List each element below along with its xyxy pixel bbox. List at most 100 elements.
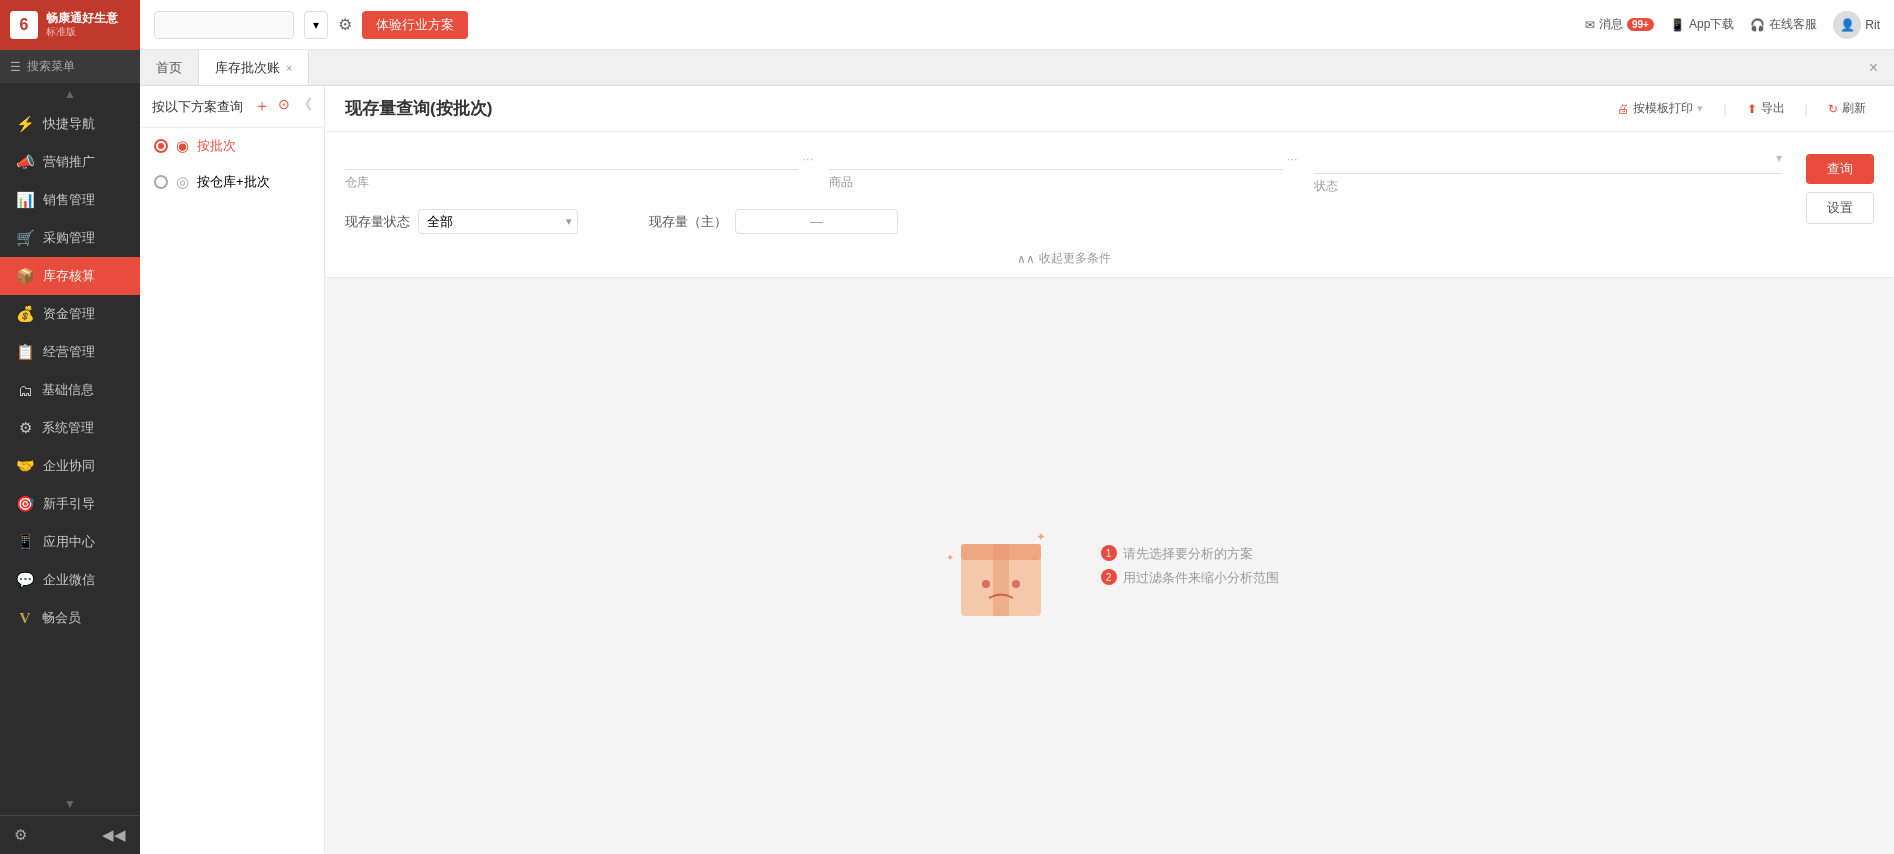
stock-qty-max-input[interactable] <box>829 214 889 229</box>
refresh-btn-label: 刷新 <box>1842 100 1866 117</box>
purchase-icon: 🛒 <box>16 229 35 247</box>
filter-collapse-icon[interactable]: 《 <box>298 96 312 117</box>
messages-icon: ✉ <box>1585 18 1595 32</box>
warehouse-more-icon[interactable]: ··· <box>802 151 813 166</box>
filter-warehouse-batch-label: 按仓库+批次 <box>197 173 270 191</box>
marketing-icon: 📣 <box>16 153 35 171</box>
enterprise-label: 企业协同 <box>43 457 95 475</box>
sidebar-nav: ⚡ 快捷导航 📣 营销推广 📊 销售管理 🛒 采购管理 📦 库存核算 💰 资金管… <box>0 105 140 793</box>
messages-item[interactable]: ✉ 消息 99+ <box>1585 16 1654 33</box>
sidebar-item-operations[interactable]: 📋 经营管理 <box>0 333 140 371</box>
product-input[interactable] <box>829 146 1282 170</box>
add-filter-icon[interactable]: ＋ <box>254 96 270 117</box>
messages-label: 消息 <box>1599 16 1623 33</box>
sidebar-item-enterprise[interactable]: 🤝 企业协同 <box>0 447 140 485</box>
inventory-icon: 📦 <box>16 267 35 285</box>
guide-label: 新手引导 <box>43 495 95 513</box>
sidebar-item-sales[interactable]: 📊 销售管理 <box>0 181 140 219</box>
topbar-search-input[interactable] <box>154 11 294 39</box>
empty-tip-2: 2 用过滤条件来缩小分析范围 <box>1101 569 1279 587</box>
filter-warehouse-batch-icon: ◎ <box>176 173 189 191</box>
stock-status-select[interactable]: 全部 有库存 无库存 <box>418 209 578 234</box>
svg-rect-2 <box>993 544 1009 616</box>
app-title-block: 畅康通好生意 标准版 <box>46 11 118 39</box>
filter-item-batch[interactable]: ◉ 按批次 <box>140 128 324 164</box>
query-area: 现存量查询(按批次) 🖨 按模板打印 ▾ | ⬆ 导出 | ↻ <box>325 86 1894 854</box>
topbar-dropdown-button[interactable]: ▾ <box>304 11 328 39</box>
stock-qty-min-input[interactable] <box>744 214 804 229</box>
quick-nav-icon: ⚡ <box>16 115 35 133</box>
experience-btn[interactable]: 体验行业方案 <box>362 11 468 39</box>
empty-tips: 1 请先选择要分析的方案 2 用过滤条件来缩小分析范围 <box>1101 545 1279 587</box>
print-icon: 🖨 <box>1617 102 1629 116</box>
topbar: ▾ ⚙ 体验行业方案 ✉ 消息 99+ 📱 App下载 🎧 在线客服 👤 Rit <box>140 0 1894 50</box>
sales-label: 销售管理 <box>43 191 95 209</box>
refresh-btn[interactable]: ↻ 刷新 <box>1820 96 1874 121</box>
status-input[interactable] <box>1314 146 1770 169</box>
warehouse-condition: ··· 仓库 <box>345 146 813 191</box>
scroll-down-arrow[interactable]: ▼ <box>0 793 140 815</box>
sidebar-item-system[interactable]: ⚙ 系统管理 <box>0 409 140 447</box>
page-content: 按以下方案查询 ＋ ⊙ 《 ◉ 按批次 ◎ 按仓库+批次 <box>140 86 1894 854</box>
page-header: 现存量查询(按批次) 🖨 按模板打印 ▾ | ⬆ 导出 | ↻ <box>325 86 1894 132</box>
panel-close-button[interactable]: × <box>1861 59 1886 77</box>
tab-close-icon[interactable]: × <box>286 62 292 74</box>
sidebar-item-marketing[interactable]: 📣 营销推广 <box>0 143 140 181</box>
sidebar-item-finance[interactable]: 💰 资金管理 <box>0 295 140 333</box>
sidebar-item-purchase[interactable]: 🛒 采购管理 <box>0 219 140 257</box>
settings-icon[interactable]: ⚙ <box>14 826 27 844</box>
topbar-gear-icon[interactable]: ⚙ <box>338 15 352 34</box>
collapse-sidebar-icon[interactable]: ◀◀ <box>102 826 126 844</box>
app-subtitle: 标准版 <box>46 25 118 39</box>
member-icon: V <box>16 610 34 627</box>
collapse-more-btn[interactable]: ∧∧ 收起更多条件 <box>345 244 1782 277</box>
sidebar-item-quick-nav[interactable]: ⚡ 快捷导航 <box>0 105 140 143</box>
app-logo: 6 <box>10 11 38 39</box>
sidebar-header: 6 畅康通好生意 标准版 <box>0 0 140 50</box>
sidebar-item-guide[interactable]: 🎯 新手引导 <box>0 485 140 523</box>
svg-text:✦: ✦ <box>946 552 954 563</box>
filter-settings-icon[interactable]: ⊙ <box>278 96 290 117</box>
topbar-right: ✉ 消息 99+ 📱 App下载 🎧 在线客服 👤 Rit <box>1585 11 1880 39</box>
sidebar-item-inventory[interactable]: 📦 库存核算 <box>0 257 140 295</box>
sidebar-item-basic[interactable]: 🗂 基础信息 <box>0 371 140 409</box>
guide-icon: 🎯 <box>16 495 35 513</box>
online-service-item[interactable]: 🎧 在线客服 <box>1750 16 1817 33</box>
warehouse-input[interactable] <box>345 146 798 170</box>
refresh-icon: ↻ <box>1828 102 1838 116</box>
print-dropdown-icon[interactable]: ▾ <box>1697 102 1703 115</box>
tab-inventory-batch[interactable]: 库存批次账 × <box>199 50 309 85</box>
tab-home[interactable]: 首页 <box>140 50 199 85</box>
export-btn[interactable]: ⬆ 导出 <box>1739 96 1793 121</box>
stock-status-select-wrapper: 全部 有库存 无库存 ▾ <box>418 209 578 234</box>
user-profile-item[interactable]: 👤 Rit <box>1833 11 1880 39</box>
empty-illustration: ✦ ✦ ✦ <box>941 506 1061 626</box>
finance-label: 资金管理 <box>43 305 95 323</box>
app-download-item[interactable]: 📱 App下载 <box>1670 16 1734 33</box>
stock-qty-range: — <box>735 209 898 234</box>
finance-icon: 💰 <box>16 305 35 323</box>
status-dropdown-icon[interactable]: ▾ <box>1776 151 1782 165</box>
service-icon: 🎧 <box>1750 18 1765 32</box>
sidebar-item-wechat[interactable]: 💬 企业微信 <box>0 561 140 599</box>
filter-item-warehouse-batch[interactable]: ◎ 按仓库+批次 <box>140 164 324 200</box>
search-menu-item[interactable]: ☰ 搜索菜单 <box>0 50 140 83</box>
system-icon: ⚙ <box>16 419 34 437</box>
phone-icon: 📱 <box>1670 18 1685 32</box>
apps-icon: 📱 <box>16 533 35 551</box>
product-more-icon[interactable]: ··· <box>1287 151 1298 166</box>
sidebar-item-member[interactable]: V 畅会员 <box>0 599 140 637</box>
scroll-up-arrow[interactable]: ▲ <box>0 83 140 105</box>
filter-batch-label: 按批次 <box>197 137 236 155</box>
dropdown-arrow-icon: ▾ <box>313 18 319 32</box>
collapse-up-icon: ∧∧ <box>1017 252 1035 266</box>
print-btn[interactable]: 🖨 按模板打印 ▾ <box>1609 96 1711 121</box>
query-btn[interactable]: 查询 <box>1806 154 1874 184</box>
sidebar-item-apps[interactable]: 📱 应用中心 <box>0 523 140 561</box>
svg-point-4 <box>1012 580 1020 588</box>
export-icon: ⬆ <box>1747 102 1757 116</box>
warehouse-label: 仓库 <box>345 174 813 191</box>
stock-qty-condition: 现存量（主） — <box>649 209 929 234</box>
settings-btn[interactable]: 设置 <box>1806 192 1874 224</box>
wechat-icon: 💬 <box>16 571 35 589</box>
